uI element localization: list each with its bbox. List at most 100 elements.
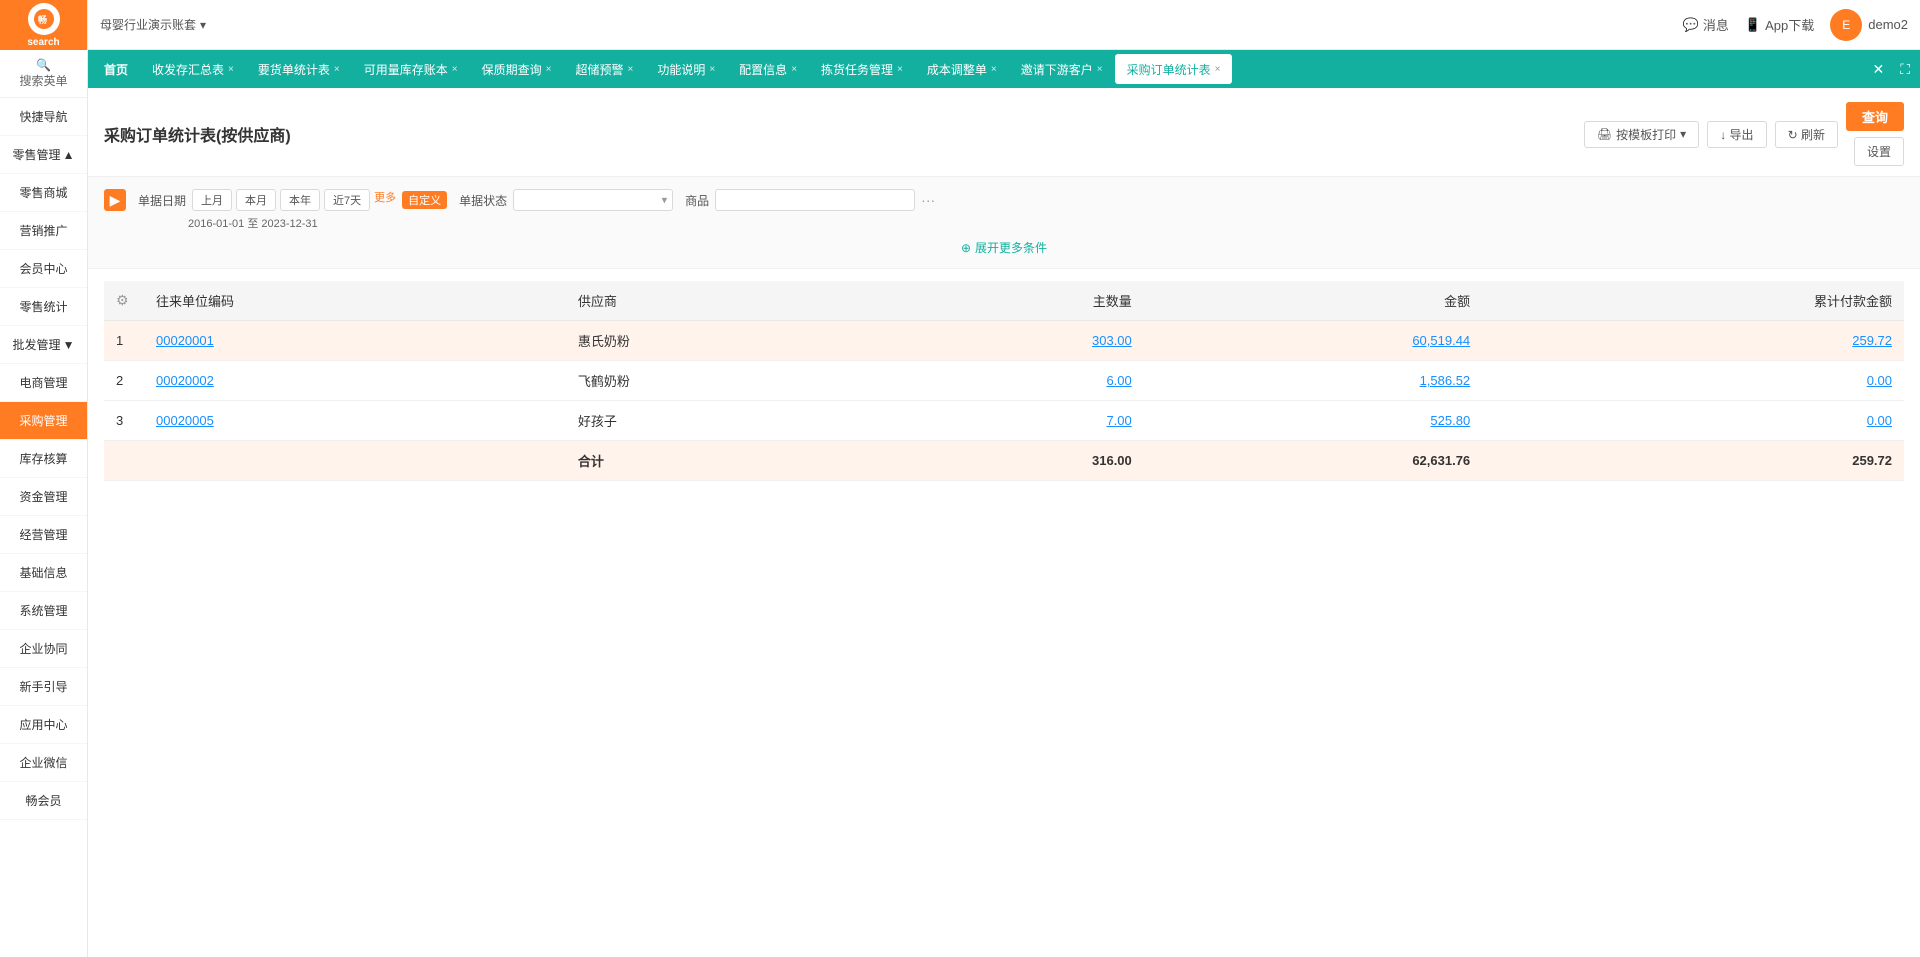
- footer-amount: 62,631.76: [1144, 441, 1482, 481]
- row-unit-code[interactable]: 00020005: [144, 401, 566, 441]
- goods-more-icon[interactable]: ···: [921, 192, 935, 208]
- tab-receive-summary-label: 收发存汇总表: [152, 61, 224, 78]
- tab-invite-customer[interactable]: 邀请下游客户 ×: [1009, 54, 1115, 84]
- tab-pick-task-close[interactable]: ×: [897, 64, 903, 75]
- tab-goods-stats-label: 要货单统计表: [258, 61, 330, 78]
- date-btn-7days[interactable]: 近7天: [324, 189, 370, 211]
- row-paid-amount[interactable]: 0.00: [1482, 361, 1904, 401]
- sidebar-item-purchase[interactable]: 采购管理: [0, 402, 87, 440]
- sidebar-item-wechat[interactable]: 企业微信: [0, 744, 87, 782]
- row-paid-amount[interactable]: 259.72: [1482, 321, 1904, 361]
- column-settings-icon[interactable]: ⚙: [116, 292, 129, 308]
- tab-config-info-label: 配置信息: [739, 61, 787, 78]
- sidebar-item-system[interactable]: 系统管理: [0, 592, 87, 630]
- col-settings: ⚙: [104, 281, 144, 321]
- sidebar-item-wholesale[interactable]: 批发管理 ▼: [0, 326, 87, 364]
- tab-pick-task[interactable]: 拣货任务管理 ×: [809, 54, 915, 84]
- workspace-selector[interactable]: 母婴行业演示账套 ▾: [100, 16, 206, 33]
- tab-available-stock[interactable]: 可用量库存账本 ×: [352, 54, 470, 84]
- row-amount[interactable]: 60,519.44: [1144, 321, 1482, 361]
- page-actions: 🖨 按模板打印 ▾ ↓ 导出 ↻ 刷新 查询 设置: [1584, 102, 1904, 166]
- sidebar-item-search[interactable]: 🔍 搜索英单: [0, 50, 87, 98]
- topbar-right: 💬 消息 📱 App下载 E demo2: [1683, 9, 1908, 41]
- tab-cost-adjust-close[interactable]: ×: [991, 64, 997, 75]
- goods-input[interactable]: [715, 189, 915, 211]
- query-btn[interactable]: 查询: [1846, 102, 1904, 131]
- sidebar-item-retail-shop[interactable]: 零售商城: [0, 174, 87, 212]
- tab-available-stock-close[interactable]: ×: [452, 64, 458, 75]
- tab-function-desc-close[interactable]: ×: [709, 64, 715, 75]
- sidebar-item-member[interactable]: 会员中心: [0, 250, 87, 288]
- tab-purchase-stats-close[interactable]: ×: [1215, 64, 1221, 75]
- row-qty[interactable]: 6.00: [880, 361, 1144, 401]
- row-amount[interactable]: 1,586.52: [1144, 361, 1482, 401]
- retail-arrow-icon: ▲: [63, 148, 75, 162]
- tab-overstock-label: 超储预警: [575, 61, 623, 78]
- row-amount[interactable]: 525.80: [1144, 401, 1482, 441]
- app-download-btn[interactable]: 📱 App下载: [1745, 15, 1814, 34]
- tab-receive-summary[interactable]: 收发存汇总表 ×: [140, 54, 246, 84]
- maximize-btn[interactable]: ⛶: [1894, 59, 1916, 80]
- table-row[interactable]: 1 00020001 惠氏奶粉 303.00 60,519.44 259.72: [104, 321, 1904, 361]
- wholesale-arrow-icon: ▼: [63, 338, 75, 352]
- tab-config-info[interactable]: 配置信息 ×: [727, 54, 809, 84]
- sidebar-item-operations[interactable]: 经营管理: [0, 516, 87, 554]
- tab-expiry-close[interactable]: ×: [546, 64, 552, 75]
- tab-expiry[interactable]: 保质期查询 ×: [470, 54, 564, 84]
- sidebar-item-member2[interactable]: 畅会员: [0, 782, 87, 820]
- tab-home-label: 首页: [104, 61, 128, 78]
- table-row[interactable]: 2 00020002 飞鹤奶粉 6.00 1,586.52 0.00: [104, 361, 1904, 401]
- user-profile[interactable]: E demo2: [1830, 9, 1908, 41]
- tab-receive-summary-close[interactable]: ×: [228, 64, 234, 75]
- message-btn[interactable]: 💬 消息: [1683, 15, 1729, 34]
- sidebar-item-retail-stats[interactable]: 零售统计: [0, 288, 87, 326]
- tab-purchase-stats[interactable]: 采购订单统计表 ×: [1115, 54, 1233, 84]
- tab-overstock[interactable]: 超储预警 ×: [563, 54, 645, 84]
- sidebar-item-inventory[interactable]: 库存核算: [0, 440, 87, 478]
- sidebar-item-ecommerce[interactable]: 电商管理: [0, 364, 87, 402]
- status-select-wrapper: [513, 189, 673, 211]
- close-all-tabs-btn[interactable]: ✕: [1866, 59, 1890, 80]
- row-qty[interactable]: 303.00: [880, 321, 1144, 361]
- expand-conditions-btn[interactable]: ⊕ 展开更多条件: [961, 239, 1047, 256]
- tab-invite-customer-close[interactable]: ×: [1097, 64, 1103, 75]
- tab-home[interactable]: 首页: [92, 54, 140, 84]
- footer-qty: 316.00: [880, 441, 1144, 481]
- sidebar-item-retail[interactable]: 零售管理 ▲: [0, 136, 87, 174]
- export-btn[interactable]: ↓ 导出: [1707, 121, 1766, 148]
- row-unit-code[interactable]: 00020001: [144, 321, 566, 361]
- logo-icon: 畅: [28, 3, 60, 35]
- tab-available-stock-label: 可用量库存账本: [364, 61, 448, 78]
- topbar-left: 母婴行业演示账套 ▾: [100, 16, 206, 33]
- sidebar: 畅 search 🔍 搜索英单 快捷导航 零售管理 ▲ 零售商城 营销推广 会员…: [0, 0, 88, 957]
- row-paid-amount[interactable]: 0.00: [1482, 401, 1904, 441]
- date-btn-this-year[interactable]: 本年: [280, 189, 320, 211]
- tab-cost-adjust[interactable]: 成本调整单 ×: [915, 54, 1009, 84]
- settings-btn[interactable]: 设置: [1854, 137, 1904, 166]
- sidebar-item-enterprise[interactable]: 企业协同: [0, 630, 87, 668]
- print-btn[interactable]: 🖨 按模板打印 ▾: [1584, 121, 1699, 148]
- tab-config-info-close[interactable]: ×: [791, 64, 797, 75]
- refresh-btn[interactable]: ↻ 刷新: [1775, 121, 1838, 148]
- sidebar-item-finance[interactable]: 资金管理: [0, 478, 87, 516]
- sidebar-item-marketing[interactable]: 营销推广: [0, 212, 87, 250]
- row-index: 2: [104, 361, 144, 401]
- tab-goods-stats-close[interactable]: ×: [334, 64, 340, 75]
- tab-function-desc[interactable]: 功能说明 ×: [645, 54, 727, 84]
- tab-goods-stats[interactable]: 要货单统计表 ×: [246, 54, 352, 84]
- col-qty: 主数量: [880, 281, 1144, 321]
- table-body: 1 00020001 惠氏奶粉 303.00 60,519.44 259.72 …: [104, 321, 1904, 441]
- date-btn-last-month[interactable]: 上月: [192, 189, 232, 211]
- row-qty[interactable]: 7.00: [880, 401, 1144, 441]
- row-unit-code[interactable]: 00020002: [144, 361, 566, 401]
- sidebar-item-quick-nav[interactable]: 快捷导航: [0, 98, 87, 136]
- date-more-btn[interactable]: 更多: [374, 189, 396, 211]
- filter-collapse-btn[interactable]: ▶: [104, 189, 126, 211]
- sidebar-item-guide[interactable]: 新手引导: [0, 668, 87, 706]
- tab-overstock-close[interactable]: ×: [627, 64, 633, 75]
- sidebar-item-basic-info[interactable]: 基础信息: [0, 554, 87, 592]
- table-row[interactable]: 3 00020005 好孩子 7.00 525.80 0.00: [104, 401, 1904, 441]
- sidebar-item-app-center[interactable]: 应用中心: [0, 706, 87, 744]
- date-btn-this-month[interactable]: 本月: [236, 189, 276, 211]
- status-select[interactable]: [513, 189, 673, 211]
